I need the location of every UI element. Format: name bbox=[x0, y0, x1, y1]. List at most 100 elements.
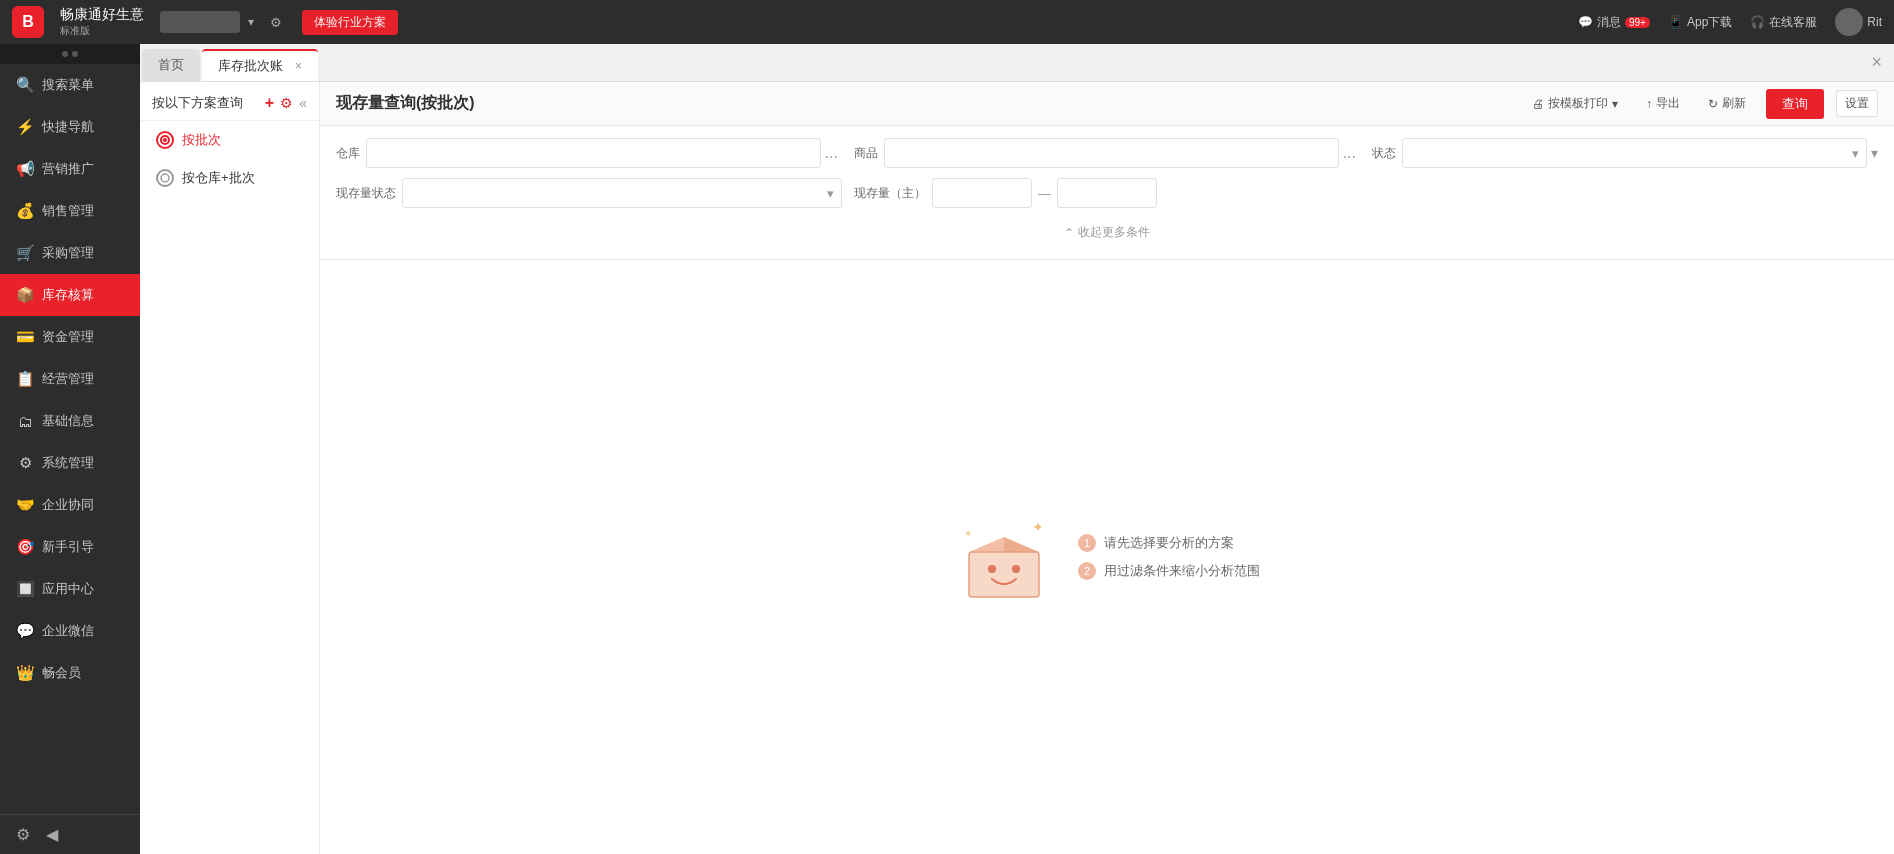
sidebar-item-marketing[interactable]: 📢 营销推广 bbox=[0, 148, 140, 190]
svg-marker-5 bbox=[1004, 537, 1039, 552]
content-area: 首页 库存批次账 × × 按以下方案查询 + ⚙ « bbox=[140, 44, 1894, 854]
tip-num-1: 1 bbox=[1078, 534, 1096, 552]
empty-icon: ✦ ✦ bbox=[954, 507, 1054, 607]
settings-btn[interactable]: 设置 bbox=[1836, 90, 1878, 117]
user-profile[interactable]: Rit bbox=[1835, 8, 1882, 36]
sidebar: 🔍 搜索菜单 ⚡ 快捷导航 📢 营销推广 💰 销售管理 🛒 采购管理 📦 bbox=[0, 44, 140, 854]
top-bar: B 畅康通好生意 标准版 ▾ ⚙ 体验行业方案 💬 消息 99+ 📱 App下载… bbox=[0, 0, 1894, 44]
left-panel: 按以下方案查询 + ⚙ « 按批次 bbox=[140, 82, 320, 854]
message-btn[interactable]: 💬 消息 99+ bbox=[1578, 14, 1650, 31]
sidebar-item-finance[interactable]: 💳 资金管理 bbox=[0, 316, 140, 358]
empty-tips: 1 请先选择要分析的方案 2 用过滤条件来缩小分析范围 bbox=[1078, 534, 1260, 580]
dropdown-arrow[interactable]: ▾ bbox=[248, 15, 254, 29]
product-filter: 商品 ... bbox=[854, 138, 1360, 168]
experience-btn[interactable]: 体验行业方案 bbox=[302, 10, 398, 35]
main-close-icon[interactable]: × bbox=[1859, 52, 1894, 73]
tab-home[interactable]: 首页 bbox=[142, 49, 200, 81]
status-select[interactable] bbox=[1402, 138, 1867, 168]
message-icon: 💬 bbox=[1578, 15, 1593, 29]
filter-row-1: 仓库 ... 商品 ... 状态 bbox=[336, 138, 1878, 168]
filter-area: 仓库 ... 商品 ... 状态 bbox=[320, 126, 1894, 260]
sidebar-search[interactable]: 🔍 搜索菜单 bbox=[0, 64, 140, 106]
warehouse-dots[interactable]: ... bbox=[821, 144, 842, 162]
marketing-icon: 📢 bbox=[16, 160, 34, 178]
online-service-btn[interactable]: 🎧 在线客服 bbox=[1750, 14, 1817, 31]
page-title: 现存量查询(按批次) bbox=[336, 93, 475, 114]
phone-icon: 📱 bbox=[1668, 15, 1683, 29]
sidebar-toggle-icon[interactable]: ◀ bbox=[46, 825, 58, 844]
system-icon: ⚙ bbox=[16, 454, 34, 472]
sidebar-scroll: 🔍 搜索菜单 ⚡ 快捷导航 📢 营销推广 💰 销售管理 🛒 采购管理 📦 bbox=[0, 64, 140, 814]
sidebar-item-newbie[interactable]: 🎯 新手引导 bbox=[0, 526, 140, 568]
scheme-active-icon bbox=[156, 131, 174, 149]
empty-tip-2: 2 用过滤条件来缩小分析范围 bbox=[1078, 562, 1260, 580]
newbie-icon: 🎯 bbox=[16, 538, 34, 556]
scheme-item-batch[interactable]: 按批次 bbox=[140, 121, 319, 159]
sidebar-item-quick-nav[interactable]: ⚡ 快捷导航 bbox=[0, 106, 140, 148]
print-icon: 🖨 bbox=[1532, 97, 1544, 111]
quick-nav-icon: ⚡ bbox=[16, 118, 34, 136]
scheme-settings-icon[interactable]: ⚙ bbox=[280, 95, 293, 111]
sidebar-item-purchase[interactable]: 🛒 采购管理 bbox=[0, 232, 140, 274]
sidebar-settings-icon[interactable]: ⚙ bbox=[16, 825, 30, 844]
sidebar-item-sales[interactable]: 💰 销售管理 bbox=[0, 190, 140, 232]
stock-qty-to-input[interactable] bbox=[1057, 178, 1157, 208]
scheme-item-warehouse-batch[interactable]: 按仓库+批次 bbox=[140, 159, 319, 197]
svg-rect-3 bbox=[969, 552, 1039, 597]
sidebar-item-enterprise[interactable]: 🤝 企业协同 bbox=[0, 484, 140, 526]
search-icon: 🔍 bbox=[16, 76, 34, 94]
scheme-inactive-icon bbox=[156, 169, 174, 187]
export-btn[interactable]: ↑ 导出 bbox=[1638, 91, 1688, 116]
warehouse-input[interactable] bbox=[366, 138, 821, 168]
print-dropdown-arrow: ▾ bbox=[1612, 97, 1618, 111]
sales-icon: 💰 bbox=[16, 202, 34, 220]
avatar bbox=[1835, 8, 1863, 36]
enterprise-icon: 🤝 bbox=[16, 496, 34, 514]
empty-tip-1: 1 请先选择要分析的方案 bbox=[1078, 534, 1260, 552]
add-scheme-btn[interactable]: + bbox=[265, 94, 274, 112]
sidebar-item-inventory[interactable]: 📦 库存核算 bbox=[0, 274, 140, 316]
sidebar-item-operation[interactable]: 📋 经营管理 bbox=[0, 358, 140, 400]
warehouse-filter: 仓库 ... bbox=[336, 138, 842, 168]
print-btn[interactable]: 🖨 按模板打印 ▾ bbox=[1524, 91, 1626, 116]
main-content: 现存量查询(按批次) 🖨 按模板打印 ▾ ↑ 导出 ↻ bbox=[320, 82, 1894, 854]
status-dropdown-arrow: ▾ bbox=[1871, 145, 1878, 161]
sidebar-bottom: ⚙ ◀ bbox=[0, 814, 140, 854]
app-download-btn[interactable]: 📱 App下载 bbox=[1668, 14, 1732, 31]
refresh-btn[interactable]: ↻ 刷新 bbox=[1700, 91, 1754, 116]
refresh-icon: ↻ bbox=[1708, 97, 1718, 111]
sidebar-item-apps[interactable]: 🔲 应用中心 bbox=[0, 568, 140, 610]
tab-inventory-batch[interactable]: 库存批次账 × bbox=[202, 49, 318, 81]
query-btn[interactable]: 查询 bbox=[1766, 89, 1824, 119]
stock-qty-dash: — bbox=[1032, 186, 1057, 201]
sidebar-item-wechat[interactable]: 💬 企业微信 bbox=[0, 610, 140, 652]
headset-icon: 🎧 bbox=[1750, 15, 1765, 29]
settings-icon[interactable]: ⚙ bbox=[270, 15, 282, 30]
operation-icon: 📋 bbox=[16, 370, 34, 388]
inventory-icon: 📦 bbox=[16, 286, 34, 304]
collapse-btn[interactable]: ⌃ 收起更多条件 bbox=[336, 218, 1878, 247]
svg-point-8 bbox=[1012, 565, 1020, 573]
stock-status-select[interactable] bbox=[402, 178, 842, 208]
sidebar-item-basic[interactable]: 🗂 基础信息 bbox=[0, 400, 140, 442]
left-panel-header: 按以下方案查询 + ⚙ « bbox=[140, 82, 319, 121]
app-logo: B bbox=[12, 6, 44, 38]
product-dots[interactable]: ... bbox=[1339, 144, 1360, 162]
product-input[interactable] bbox=[884, 138, 1339, 168]
tab-bar: 首页 库存批次账 × × bbox=[140, 44, 1894, 82]
page-title-bar: 现存量查询(按批次) 🖨 按模板打印 ▾ ↑ 导出 ↻ bbox=[320, 82, 1894, 126]
panel-collapse-icon[interactable]: « bbox=[299, 95, 307, 111]
tab-bar-wrapper: 首页 库存批次账 × × bbox=[140, 44, 1894, 81]
tab-close-btn[interactable]: × bbox=[295, 59, 302, 73]
message-badge: 99+ bbox=[1625, 17, 1650, 28]
sidebar-item-member[interactable]: 👑 畅会员 bbox=[0, 652, 140, 694]
filter-row-2: 现存量状态 现存量（主） — bbox=[336, 178, 1878, 208]
sidebar-item-system[interactable]: ⚙ 系统管理 bbox=[0, 442, 140, 484]
stock-qty-from-input[interactable] bbox=[932, 178, 1032, 208]
wechat-icon: 💬 bbox=[16, 622, 34, 640]
svg-text:✦: ✦ bbox=[964, 528, 972, 539]
tip-num-2: 2 bbox=[1078, 562, 1096, 580]
finance-icon: 💳 bbox=[16, 328, 34, 346]
member-icon: 👑 bbox=[16, 664, 34, 682]
svg-point-1 bbox=[163, 138, 167, 142]
